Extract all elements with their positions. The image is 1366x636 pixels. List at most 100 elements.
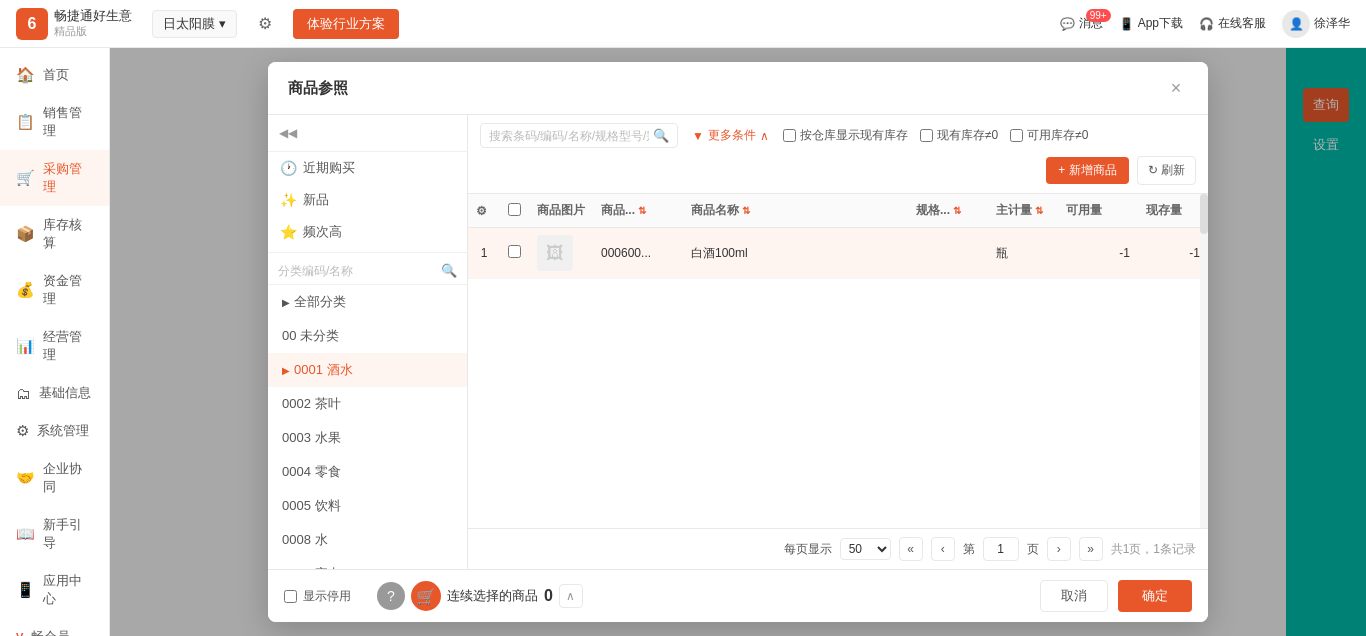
th-code[interactable]: 商品... ⇅	[593, 194, 683, 228]
service-item[interactable]: 🎧 在线客服	[1199, 15, 1266, 32]
sidebar-item-inventory[interactable]: 📦 库存核算	[0, 206, 109, 262]
quick-nav-new-label: 新品	[303, 191, 329, 209]
username: 徐泽华	[1314, 15, 1350, 32]
sidebar-item-guide[interactable]: 📖 新手引导	[0, 506, 109, 562]
checkbox-nonzero[interactable]: 现有库存≠0	[920, 127, 998, 144]
enterprise-icon: 🤝	[16, 469, 35, 487]
checkbox-warehouse[interactable]: 按仓库显示现有库存	[783, 127, 908, 144]
checkbox-nonzero-input[interactable]	[920, 129, 933, 142]
product-search-icon[interactable]: 🔍	[653, 128, 669, 143]
category-search-bar: 🔍	[268, 257, 467, 285]
last-page-button[interactable]: »	[1079, 537, 1103, 561]
category-all[interactable]: ▶ 全部分类	[268, 285, 467, 319]
sidebar-item-finance[interactable]: 💰 资金管理	[0, 262, 109, 318]
modal-overlay: 商品参照 × ◀◀ 🕐 近期购买	[110, 48, 1366, 636]
category-liquor[interactable]: ▶ 0001 酒水	[268, 353, 467, 387]
trial-button[interactable]: 体验行业方案	[293, 9, 399, 39]
help-icon-button[interactable]: ?	[377, 582, 405, 610]
cancel-button[interactable]: 取消	[1040, 580, 1108, 612]
category-fruit[interactable]: 0003 水果	[268, 421, 467, 455]
sidebar-item-system[interactable]: ⚙ 系统管理	[0, 412, 109, 450]
prev-page-button[interactable]: ‹	[931, 537, 955, 561]
category-tea-label: 0002 茶叶	[282, 395, 341, 413]
checkbox-warehouse-label: 按仓库显示现有库存	[800, 127, 908, 144]
category-uncategorized[interactable]: 00 未分类	[268, 319, 467, 353]
category-search-icon[interactable]: 🔍	[441, 263, 457, 278]
message-item[interactable]: 💬 消息 99+	[1060, 15, 1103, 32]
new-icon: ✨	[280, 192, 297, 208]
category-beverage[interactable]: 0005 饮料	[268, 489, 467, 523]
category-water[interactable]: 0008 水	[268, 523, 467, 557]
sidebar-item-home[interactable]: 🏠 首页	[0, 56, 109, 94]
page-number-input[interactable]	[983, 537, 1019, 561]
category-search-input[interactable]	[278, 264, 437, 278]
category-tea[interactable]: 0002 茶叶	[268, 387, 467, 421]
category-appliance[interactable]: 0010 家电	[268, 557, 467, 569]
th-unit[interactable]: 主计量 ⇅	[988, 194, 1058, 228]
sidebar-item-operation[interactable]: 📊 经营管理	[0, 318, 109, 374]
sales-icon: 📋	[16, 113, 35, 131]
sidebar-label-purchase: 采购管理	[43, 160, 93, 196]
refresh-button[interactable]: ↻ 刷新	[1137, 156, 1196, 185]
quick-nav-recent[interactable]: 🕐 近期购买	[268, 152, 467, 184]
column-settings-icon[interactable]: ⚙	[476, 204, 487, 218]
th-spec[interactable]: 规格... ⇅	[908, 194, 988, 228]
left-collapse-button[interactable]: ◀◀	[278, 123, 298, 143]
select-all-checkbox[interactable]	[508, 203, 521, 216]
first-page-button[interactable]: «	[899, 537, 923, 561]
per-page-select[interactable]: 50 10 20 100	[840, 538, 891, 560]
checkbox-avail-nonzero-input[interactable]	[1010, 129, 1023, 142]
modal-close-button[interactable]: ×	[1164, 76, 1188, 100]
sidebar-label-operation: 经营管理	[43, 328, 93, 364]
row-img: 🖼	[529, 228, 593, 279]
row-check[interactable]	[500, 228, 529, 279]
next-page-button[interactable]: ›	[1047, 537, 1071, 561]
product-search-input[interactable]	[489, 129, 649, 143]
table-row[interactable]: 1 🖼	[468, 228, 1208, 279]
sidebar-item-sales[interactable]: 📋 销售管理	[0, 94, 109, 150]
confirm-button[interactable]: 确定	[1118, 580, 1192, 612]
sidebar-item-enterprise[interactable]: 🤝 企业协同	[0, 450, 109, 506]
show-disabled-checkbox[interactable]	[284, 590, 297, 603]
th-avail-label: 可用量	[1066, 203, 1102, 217]
row-code: 000600...	[593, 228, 683, 279]
quick-nav-new[interactable]: ✨ 新品	[268, 184, 467, 216]
product-image-placeholder: 🖼	[546, 243, 564, 264]
add-product-button[interactable]: + 新增商品	[1046, 157, 1128, 184]
table-scrollbar-thumb	[1200, 194, 1208, 234]
table-header-row: ⚙ 商品图片	[468, 194, 1208, 228]
gear-button[interactable]: ⚙	[249, 8, 281, 40]
table-scrollbar[interactable]	[1200, 194, 1208, 528]
footer-cart: ? 🛒 连续选择的商品 0 ∧	[377, 581, 583, 611]
product-image: 🖼	[537, 235, 573, 271]
quick-nav-frequent[interactable]: ⭐ 频次高	[268, 216, 467, 248]
row-checkbox[interactable]	[508, 245, 521, 258]
sidebar-item-purchase[interactable]: 🛒 采购管理	[0, 150, 109, 206]
sidebar-label-guide: 新手引导	[43, 516, 93, 552]
user-item[interactable]: 👤 徐泽华	[1282, 10, 1350, 38]
sidebar-item-basic[interactable]: 🗂 基础信息	[0, 374, 109, 412]
content-area: 查询 设置 商品参照 × ◀◀	[110, 48, 1366, 636]
th-img: 商品图片	[529, 194, 593, 228]
modal-title: 商品参照	[288, 79, 348, 98]
cart-icon-button[interactable]: 🛒	[411, 581, 441, 611]
user-avatar: 👤	[1282, 10, 1310, 38]
app-download-item[interactable]: 📱 App下载	[1119, 15, 1183, 32]
th-stock-label: 现存量	[1146, 203, 1182, 217]
modal-header: 商品参照 ×	[268, 62, 1208, 115]
sidebar-item-member[interactable]: V 畅会员	[0, 618, 109, 636]
sidebar-item-apps[interactable]: 📱 应用中心	[0, 562, 109, 618]
checkbox-warehouse-input[interactable]	[783, 129, 796, 142]
filter-button[interactable]: ▼ 更多条件 ∧	[686, 123, 775, 148]
sidebar-label-apps: 应用中心	[43, 572, 93, 608]
cart-count: 0	[544, 587, 553, 605]
category-snack[interactable]: 0004 零食	[268, 455, 467, 489]
cart-collapse-button[interactable]: ∧	[559, 584, 583, 608]
recent-icon: 🕐	[280, 160, 297, 176]
sort-spec-icon: ⇅	[953, 205, 961, 216]
modal-left-top: ◀◀	[268, 115, 467, 152]
th-name[interactable]: 商品名称 ⇅	[683, 194, 908, 228]
checkbox-avail-nonzero[interactable]: 可用库存≠0	[1010, 127, 1088, 144]
store-selector[interactable]: 日太阳膜 ▾	[152, 10, 237, 38]
app-label: App下载	[1138, 15, 1183, 32]
